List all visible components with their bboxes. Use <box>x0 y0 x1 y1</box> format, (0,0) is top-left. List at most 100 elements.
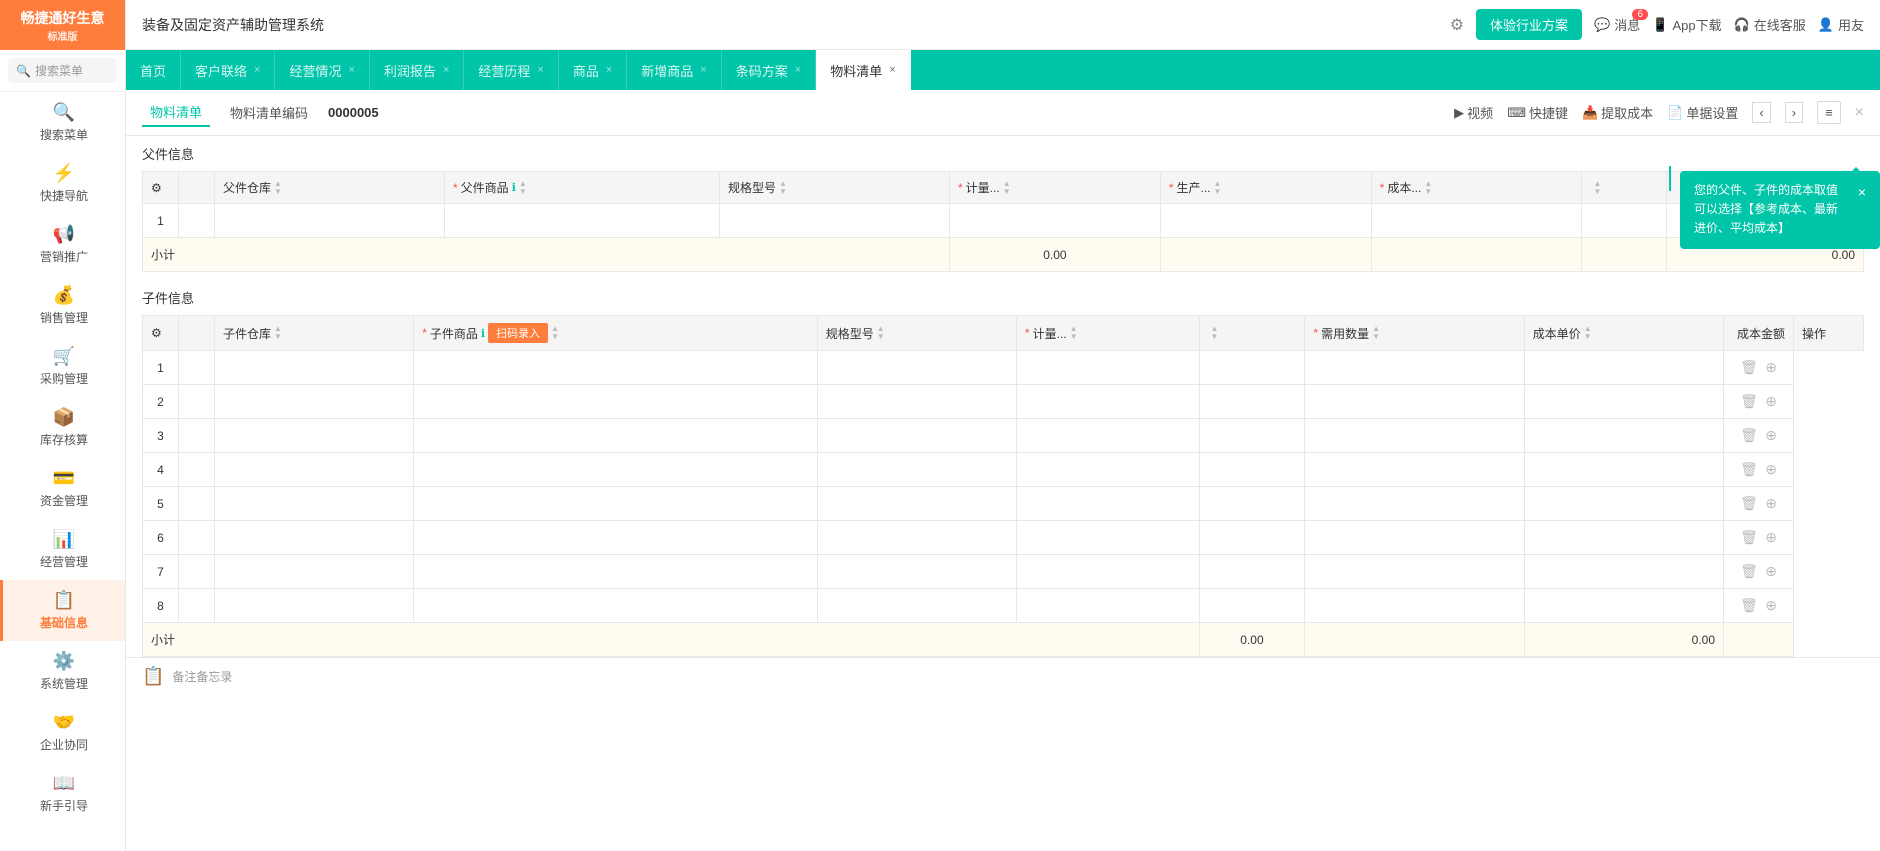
child-row-5-warehouse[interactable] <box>179 487 215 521</box>
child-row-2-unit[interactable] <box>817 385 1016 419</box>
online-service-btn[interactable]: 🎧 在线客服 <box>1734 15 1806 34</box>
child-row-4-unit-cost[interactable] <box>1305 453 1524 487</box>
child-row-1-spec[interactable] <box>414 351 817 385</box>
sort-unit[interactable]: ▲▼ <box>1003 180 1011 196</box>
nav-prev-btn[interactable]: ‹ <box>1752 102 1770 123</box>
sidebar-item-purchase[interactable]: 🛒采购管理 <box>0 336 125 397</box>
child-row-8-extra[interactable] <box>1016 589 1199 623</box>
action-video[interactable]: ▶ 视频 <box>1454 103 1493 122</box>
parent-row-1-goods[interactable] <box>215 204 445 238</box>
child-row-1-warehouse[interactable] <box>179 351 215 385</box>
child-row-5-delete-btn[interactable]: 🗑 <box>1740 495 1758 511</box>
message-btn[interactable]: 💬 消息 6 <box>1594 15 1640 34</box>
child-row-4-spec[interactable] <box>414 453 817 487</box>
child-row-1-unit-cost[interactable] <box>1305 351 1524 385</box>
child-row-1-delete-btn[interactable]: 🗑 <box>1740 359 1758 375</box>
child-row-8-delete-btn[interactable]: 🗑 <box>1740 597 1758 613</box>
child-row-1-goods[interactable] <box>215 351 414 385</box>
action-settings[interactable]: 📄 单据设置 <box>1667 103 1738 122</box>
child-row-2-spec[interactable] <box>414 385 817 419</box>
sidebar-item-operations[interactable]: 📊经营管理 <box>0 519 125 580</box>
child-row-7-unit[interactable] <box>817 555 1016 589</box>
nav-tab-1[interactable]: 客户联络× <box>181 50 275 90</box>
app-download-btn[interactable]: 📱 App下载 <box>1652 15 1721 34</box>
sort-warehouse[interactable]: ▲▼ <box>274 180 282 196</box>
child-row-3-goods[interactable] <box>215 419 414 453</box>
sidebar-item-marketing[interactable]: 📢营销推广 <box>0 214 125 275</box>
sidebar-item-sales[interactable]: 💰销售管理 <box>0 275 125 336</box>
child-row-1-qty[interactable] <box>1199 351 1305 385</box>
sort-extra[interactable]: ▲▼ <box>1593 180 1601 196</box>
child-row-8-unit[interactable] <box>817 589 1016 623</box>
child-row-4-qty[interactable] <box>1199 453 1305 487</box>
nav-tab-5[interactable]: 商品× <box>559 50 627 90</box>
nav-tab-close-8[interactable]: × <box>889 64 895 76</box>
child-row-6-spec[interactable] <box>414 521 817 555</box>
child-row-4-goods[interactable] <box>215 453 414 487</box>
parent-row-1-extra[interactable] <box>1371 204 1582 238</box>
child-row-2-warehouse[interactable] <box>179 385 215 419</box>
child-row-1-extra[interactable] <box>1016 351 1199 385</box>
child-row-7-delete-btn[interactable]: 🗑 <box>1740 563 1758 579</box>
bottom-icon[interactable]: 📋 <box>142 666 164 687</box>
child-row-7-qty[interactable] <box>1199 555 1305 589</box>
nav-tab-close-5[interactable]: × <box>606 64 612 76</box>
sidebar-item-funds[interactable]: 💳资金管理 <box>0 458 125 519</box>
child-row-7-extra[interactable] <box>1016 555 1199 589</box>
child-row-5-unit[interactable] <box>817 487 1016 521</box>
child-row-5-qty[interactable] <box>1199 487 1305 521</box>
parent-row-1-warehouse[interactable] <box>179 204 215 238</box>
nav-tab-6[interactable]: 新增商品× <box>627 50 721 90</box>
sidebar-item-search[interactable]: 🔍搜索菜单 <box>0 92 125 153</box>
child-row-7-spec[interactable] <box>414 555 817 589</box>
layout-btn[interactable]: ≡ <box>1817 101 1841 124</box>
nav-tab-8[interactable]: 物料清单× <box>816 50 910 90</box>
nav-tab-close-7[interactable]: × <box>795 64 801 76</box>
nav-tab-close-6[interactable]: × <box>700 64 706 76</box>
sub-tab-bill[interactable]: 物料清单 <box>142 98 210 127</box>
parent-row-1-cost[interactable] <box>1160 204 1371 238</box>
child-row-2-qty[interactable] <box>1199 385 1305 419</box>
sort-spec[interactable]: ▲▼ <box>779 180 787 196</box>
child-row-7-unit-cost[interactable] <box>1305 555 1524 589</box>
parent-row-1-spec[interactable] <box>445 204 720 238</box>
child-row-1-unit[interactable] <box>817 351 1016 385</box>
child-row-4-unit[interactable] <box>817 453 1016 487</box>
sort-produce[interactable]: ▲▼ <box>1214 180 1222 196</box>
child-row-7-copy-btn[interactable]: ⊕ <box>1765 563 1777 579</box>
sidebar-item-shortcut[interactable]: ⚡快捷导航 <box>0 153 125 214</box>
tooltip-close-btn[interactable]: × <box>1858 181 1866 203</box>
child-row-3-spec[interactable] <box>414 419 817 453</box>
child-row-2-delete-btn[interactable]: 🗑 <box>1740 393 1758 409</box>
child-row-8-unit-cost[interactable] <box>1305 589 1524 623</box>
child-row-2-goods[interactable] <box>215 385 414 419</box>
nav-tab-2[interactable]: 经营情况× <box>275 50 369 90</box>
nav-tab-close-2[interactable]: × <box>348 64 354 76</box>
child-row-8-copy-btn[interactable]: ⊕ <box>1765 597 1777 613</box>
nav-tab-close-4[interactable]: × <box>537 64 543 76</box>
child-row-4-delete-btn[interactable]: 🗑 <box>1740 461 1758 477</box>
scan-btn[interactable]: 扫码录入 <box>488 323 548 343</box>
user-btn[interactable]: 👤 用友 <box>1818 15 1864 34</box>
experience-btn[interactable]: 体验行业方案 <box>1476 9 1582 40</box>
child-row-7-goods[interactable] <box>215 555 414 589</box>
sidebar-item-guide[interactable]: 📖新手引导 <box>0 763 125 824</box>
sort-cost[interactable]: ▲▼ <box>1424 180 1432 196</box>
child-row-8-goods[interactable] <box>215 589 414 623</box>
settings-icon[interactable]: ⚙ <box>1450 15 1464 35</box>
action-shortcut[interactable]: ⌨ 快捷键 <box>1507 103 1568 122</box>
child-row-3-extra[interactable] <box>1016 419 1199 453</box>
child-row-3-copy-btn[interactable]: ⊕ <box>1765 427 1777 443</box>
child-row-8-qty[interactable] <box>1199 589 1305 623</box>
child-row-3-delete-btn[interactable]: 🗑 <box>1740 427 1758 443</box>
child-row-2-copy-btn[interactable]: ⊕ <box>1765 393 1777 409</box>
child-row-8-spec[interactable] <box>414 589 817 623</box>
child-row-5-goods[interactable] <box>215 487 414 521</box>
child-row-6-warehouse[interactable] <box>179 521 215 555</box>
nav-tab-3[interactable]: 利润报告× <box>370 50 464 90</box>
child-row-4-extra[interactable] <box>1016 453 1199 487</box>
sub-tab-code[interactable]: 物料清单编码 <box>222 99 316 126</box>
nav-tab-0[interactable]: 首页 <box>126 50 181 90</box>
child-row-2-unit-cost[interactable] <box>1305 385 1524 419</box>
sort-goods[interactable]: ▲▼ <box>519 180 527 196</box>
